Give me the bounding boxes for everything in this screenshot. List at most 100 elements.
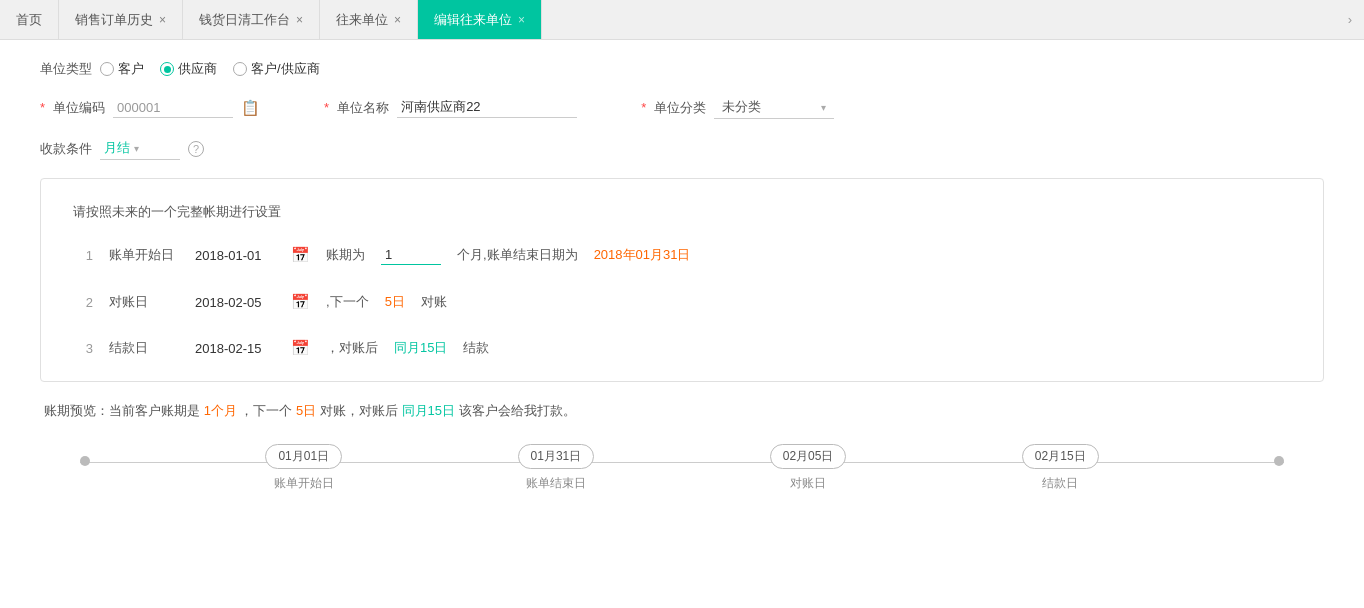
unit-code-input[interactable] — [113, 98, 233, 118]
timeline-end-circle — [1274, 456, 1284, 466]
setting-row-1: 1 账单开始日 2018-01-01 📅 账期为 个月,账单结束日期为 2018… — [73, 245, 1291, 265]
setting-label-2: 对账日 — [109, 293, 179, 311]
setting-desc-3-prefix: ，对账后 — [326, 339, 378, 357]
setting-highlight-1: 2018年01月31日 — [594, 246, 691, 264]
payment-label: 收款条件 — [40, 140, 92, 158]
radio-both[interactable]: 客户/供应商 — [233, 60, 320, 78]
setting-num-3: 3 — [73, 341, 93, 356]
setting-desc-1-suffix: 个月,账单结束日期为 — [457, 246, 578, 264]
radio-both-circle — [233, 62, 247, 76]
date-3-calendar-icon[interactable]: 📅 — [291, 339, 310, 357]
unit-code-star: * — [40, 100, 45, 115]
timeline-nodes: 01月01日 账单开始日 01月31日 账单结束日 02月05日 对账日 02月… — [80, 444, 1284, 492]
card-instruction: 请按照未来的一个完整帐期进行设置 — [73, 203, 1291, 221]
unit-code-group: * 单位编码 📋 — [40, 98, 260, 118]
setting-row-3: 3 结款日 2018-02-15 📅 ，对账后 同月15日 结款 — [73, 339, 1291, 357]
radio-supplier[interactable]: 供应商 — [160, 60, 217, 78]
timeline-point-2: 01月31日 账单结束日 — [518, 444, 595, 492]
timeline-badge-1: 01月01日 — [265, 444, 342, 469]
timeline-caption-2: 账单结束日 — [526, 475, 586, 492]
timeline-point-1: 01月01日 账单开始日 — [265, 444, 342, 492]
radio-group: 客户 供应商 客户/供应商 — [100, 60, 320, 78]
payment-value: 月结 — [104, 139, 130, 157]
timeline-caption-1: 账单开始日 — [274, 475, 334, 492]
radio-customer[interactable]: 客户 — [100, 60, 144, 78]
timeline-point-4: 02月15日 结款日 — [1022, 444, 1099, 492]
tab-edit-partner[interactable]: 编辑往来单位 × — [418, 0, 542, 39]
unit-type-group: 单位类型 客户 供应商 客户/供应商 — [40, 60, 320, 78]
tab-sales-order-close[interactable]: × — [159, 13, 166, 27]
tab-cash-work[interactable]: 钱货日清工作台 × — [183, 0, 320, 39]
preview-mid1: ，下一个 — [240, 403, 292, 418]
tab-cash-work-close[interactable]: × — [296, 13, 303, 27]
payment-row: 收款条件 月结 ▾ ? — [40, 137, 1324, 160]
payment-chevron-icon: ▾ — [134, 143, 139, 154]
preview-highlight1: 1个月 — [204, 403, 237, 418]
timeline: 01月01日 账单开始日 01月31日 账单结束日 02月05日 对账日 02月… — [40, 444, 1324, 492]
unit-code-calendar-icon[interactable]: 📋 — [241, 99, 260, 117]
radio-customer-circle — [100, 62, 114, 76]
tab-edit-partner-close[interactable]: × — [518, 13, 525, 27]
setting-highlight-3: 同月15日 — [394, 339, 447, 357]
setting-label-3: 结款日 — [109, 339, 179, 357]
timeline-caption-3: 对账日 — [790, 475, 826, 492]
timeline-caption-4: 结款日 — [1042, 475, 1078, 492]
setting-desc-1-prefix: 账期为 — [326, 246, 365, 264]
radio-customer-label: 客户 — [118, 60, 144, 78]
setting-highlight-2: 5日 — [385, 293, 405, 311]
tab-partner-label: 往来单位 — [336, 11, 388, 29]
period-input[interactable] — [381, 245, 441, 265]
unit-classify-value: 未分类 — [722, 98, 817, 116]
date-2-calendar-icon[interactable]: 📅 — [291, 293, 310, 311]
tab-home-label: 首页 — [16, 11, 42, 29]
timeline-badge-2: 01月31日 — [518, 444, 595, 469]
payment-group: 收款条件 月结 ▾ ? — [40, 137, 204, 160]
timeline-start-circle — [80, 456, 90, 466]
timeline-point-3: 02月05日 对账日 — [770, 444, 847, 492]
preview-highlight3: 同月15日 — [402, 403, 455, 418]
payment-help-icon[interactable]: ? — [188, 141, 204, 157]
setting-num-2: 2 — [73, 295, 93, 310]
unit-classify-label: 单位分类 — [654, 99, 706, 117]
tab-bar: 首页 销售订单历史 × 钱货日清工作台 × 往来单位 × 编辑往来单位 × › — [0, 0, 1364, 40]
unit-code-label: 单位编码 — [53, 99, 105, 117]
radio-supplier-circle — [160, 62, 174, 76]
preview-prefix: 账期预览：当前客户账期是 — [44, 403, 200, 418]
tab-home[interactable]: 首页 — [0, 0, 59, 39]
unit-type-row: 单位类型 客户 供应商 客户/供应商 — [40, 60, 1324, 78]
tab-sales-order-label: 销售订单历史 — [75, 11, 153, 29]
tab-overflow-arrow[interactable]: › — [1336, 0, 1364, 39]
radio-supplier-label: 供应商 — [178, 60, 217, 78]
unit-name-star: * — [324, 100, 329, 115]
setting-date-1: 2018-01-01 — [195, 248, 275, 263]
unit-name-label: 单位名称 — [337, 99, 389, 117]
unit-info-row: * 单位编码 📋 * 单位名称 * 单位分类 未分类 ▾ — [40, 96, 1324, 119]
payment-select[interactable]: 月结 ▾ — [100, 137, 180, 160]
preview-section: 账期预览：当前客户账期是 1个月 ，下一个 5日 对账，对账后 同月15日 该客… — [40, 402, 1324, 420]
setting-label-1: 账单开始日 — [109, 246, 179, 264]
timeline-badge-4: 02月15日 — [1022, 444, 1099, 469]
timeline-badge-3: 02月05日 — [770, 444, 847, 469]
classify-chevron-icon: ▾ — [821, 102, 826, 113]
unit-type-label: 单位类型 — [40, 60, 92, 78]
unit-name-input[interactable] — [397, 98, 577, 118]
tab-partner[interactable]: 往来单位 × — [320, 0, 418, 39]
tab-sales-order[interactable]: 销售订单历史 × — [59, 0, 183, 39]
radio-both-label: 客户/供应商 — [251, 60, 320, 78]
card-section: 请按照未来的一个完整帐期进行设置 1 账单开始日 2018-01-01 📅 账期… — [40, 178, 1324, 382]
setting-desc-3-suffix: 结款 — [463, 339, 489, 357]
unit-name-group: * 单位名称 — [324, 98, 577, 118]
setting-num-1: 1 — [73, 248, 93, 263]
timeline-start-dot — [80, 456, 90, 466]
date-1-calendar-icon[interactable]: 📅 — [291, 246, 310, 264]
timeline-end-dot — [1274, 456, 1284, 466]
setting-desc-2-prefix: ,下一个 — [326, 293, 369, 311]
unit-classify-select[interactable]: 未分类 ▾ — [714, 96, 834, 119]
setting-row-2: 2 对账日 2018-02-05 📅 ,下一个 5日 对账 — [73, 293, 1291, 311]
tab-partner-close[interactable]: × — [394, 13, 401, 27]
tab-edit-partner-label: 编辑往来单位 — [434, 11, 512, 29]
tab-cash-work-label: 钱货日清工作台 — [199, 11, 290, 29]
setting-date-2: 2018-02-05 — [195, 295, 275, 310]
preview-suffix: 该客户会给我打款。 — [459, 403, 576, 418]
setting-desc-2-suffix: 对账 — [421, 293, 447, 311]
